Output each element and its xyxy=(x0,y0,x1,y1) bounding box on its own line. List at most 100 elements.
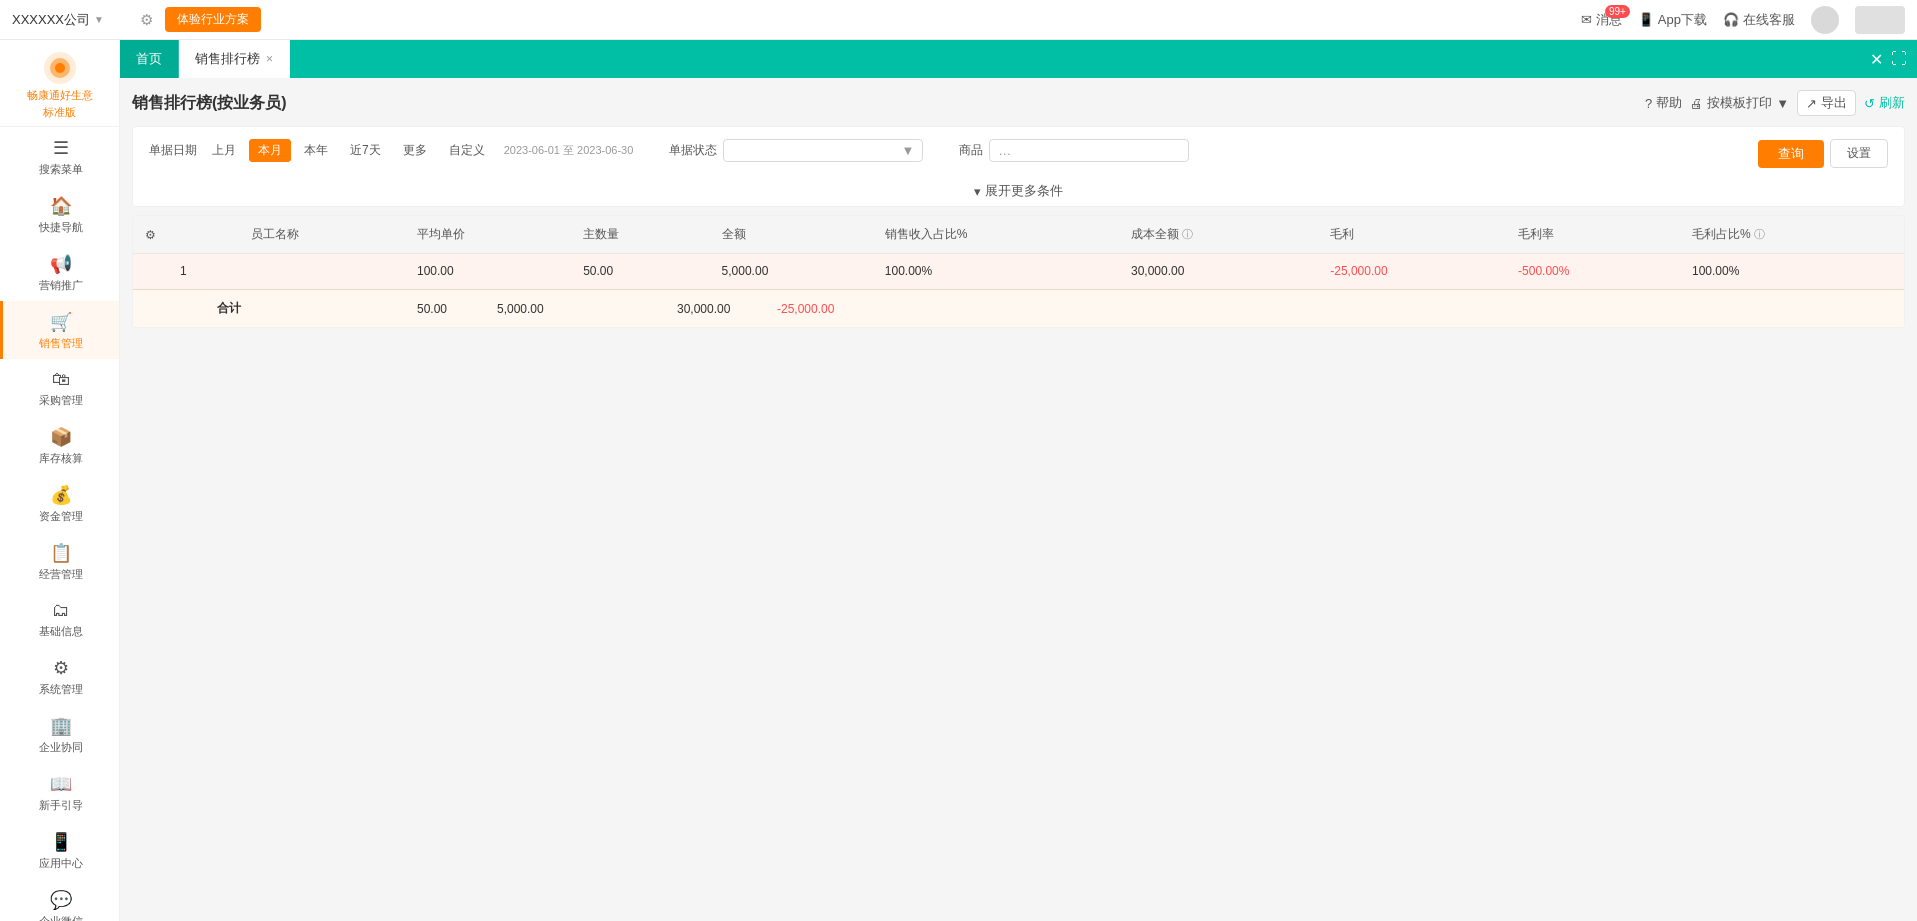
enterprise-label: 企业协同 xyxy=(39,740,83,755)
wechat-label: 企业微信 xyxy=(39,914,83,921)
sidebar-item-funds[interactable]: 💰 资金管理 xyxy=(0,474,119,532)
sales-icon: 🛒 xyxy=(50,311,72,333)
help-btn[interactable]: ? 帮助 xyxy=(1645,94,1682,112)
online-service-btn[interactable]: 🎧 在线客服 xyxy=(1723,11,1795,29)
sidebar-item-purchase[interactable]: 🛍 采购管理 xyxy=(0,359,119,416)
expand-label: 展开更多条件 xyxy=(985,182,1063,200)
tab-close-icon[interactable]: × xyxy=(266,52,273,66)
sidebar-logo: 畅康通好生意 标准版 xyxy=(0,40,119,127)
page-header: 销售排行榜(按业务员) ? 帮助 🖨 按模板打印 ▼ ↗ 导出 xyxy=(132,90,1905,116)
sidebar: 畅康通好生意 标准版 ☰ 搜索菜单 🏠 快捷导航 📢 营销推广 🛒 销售管理 🛍… xyxy=(0,40,120,921)
sidebar-item-enterprise[interactable]: 🏢 企业协同 xyxy=(0,705,119,763)
sidebar-item-marketing[interactable]: 📢 营销推广 xyxy=(0,243,119,301)
sidebar-item-basic[interactable]: 🗂 基础信息 xyxy=(0,590,119,647)
print-btn[interactable]: 🖨 按模板打印 ▼ xyxy=(1690,94,1789,112)
cost-info-icon[interactable]: ⓘ xyxy=(1182,228,1193,240)
recent7-btn[interactable]: 近7天 xyxy=(341,139,390,162)
message-btn[interactable]: ✉ 消息 99+ xyxy=(1581,11,1622,29)
th-settings[interactable]: ⚙ xyxy=(133,216,168,254)
wechat-icon: 💬 xyxy=(50,889,72,911)
marketing-label: 营销推广 xyxy=(39,278,83,293)
sidebar-items: ☰ 搜索菜单 🏠 快捷导航 📢 营销推广 🛒 销售管理 🛍 采购管理 📦 库存核… xyxy=(0,127,119,921)
sidebar-item-newbie[interactable]: 📖 新手引导 xyxy=(0,763,119,821)
basic-label: 基础信息 xyxy=(39,624,83,639)
funds-label: 资金管理 xyxy=(39,509,83,524)
export-label: 导出 xyxy=(1821,94,1847,112)
filter-status-label: 单据状态 xyxy=(669,142,717,159)
inventory-label: 库存核算 xyxy=(39,451,83,466)
footer-gross: -25,000.00 xyxy=(765,302,846,316)
tab-bar: 首页 销售排行榜 × ✕ ⛶ xyxy=(120,40,1917,78)
th-name: 员工名称 xyxy=(239,216,405,254)
trial-button[interactable]: 体验行业方案 xyxy=(165,7,261,32)
sidebar-item-appstore[interactable]: 📱 应用中心 xyxy=(0,821,119,879)
enterprise-icon: 🏢 xyxy=(50,715,72,737)
export-icon: ↗ xyxy=(1806,96,1817,111)
th-total: 全额 xyxy=(710,216,873,254)
tab-maximize-icon[interactable]: ⛶ xyxy=(1891,50,1907,68)
sidebar-item-search[interactable]: ☰ 搜索菜单 xyxy=(0,127,119,185)
username-display xyxy=(1855,6,1905,34)
table-body: 1 100.00 50.00 5,000.00 100.00% 30,000.0… xyxy=(133,254,1904,289)
sidebar-item-wechat[interactable]: 💬 企业微信 xyxy=(0,879,119,921)
sidebar-item-operations[interactable]: 📋 经营管理 xyxy=(0,532,119,590)
gear-icon[interactable]: ⚙ xyxy=(140,11,153,29)
goods-placeholder: … xyxy=(998,143,1011,158)
print-icon: 🖨 xyxy=(1690,96,1703,111)
sidebar-item-sales[interactable]: 🛒 销售管理 xyxy=(0,301,119,359)
date-range-display: 2023-06-01 至 2023-06-30 xyxy=(504,143,634,158)
th-avg-price: 平均单价 xyxy=(405,216,571,254)
export-btn[interactable]: ↗ 导出 xyxy=(1797,90,1856,116)
tab-sales-ranking[interactable]: 销售排行榜 × xyxy=(179,40,290,78)
row-sales-ratio: 100.00% xyxy=(873,254,1119,289)
more-btn[interactable]: 更多 xyxy=(394,139,436,162)
page-actions: ? 帮助 🖨 按模板打印 ▼ ↗ 导出 ↺ 刷新 xyxy=(1645,90,1905,116)
online-service-label: 在线客服 xyxy=(1743,11,1795,29)
system-label: 系统管理 xyxy=(39,682,83,697)
top-bar: XXXXXX公司 ▼ ⚙ 体验行业方案 ✉ 消息 99+ 📱 App下载 🎧 在… xyxy=(0,0,1917,40)
help-label: 帮助 xyxy=(1656,94,1682,112)
date-buttons: 上月 本月 本年 近7天 更多 自定义 xyxy=(203,139,494,162)
search-icon: ☰ xyxy=(53,137,69,159)
row-quantity: 50.00 xyxy=(571,254,709,289)
app-download-btn[interactable]: 📱 App下载 xyxy=(1638,11,1707,29)
purchase-label: 采购管理 xyxy=(39,393,83,408)
prev-month-btn[interactable]: 上月 xyxy=(203,139,245,162)
tab-home[interactable]: 首页 xyxy=(120,40,179,78)
appstore-label: 应用中心 xyxy=(39,856,83,871)
funds-icon: 💰 xyxy=(50,484,72,506)
filter-date-group: 单据日期 上月 本月 本年 近7天 更多 自定义 2023-06-01 至 20… xyxy=(149,139,633,162)
settings-button[interactable]: 设置 xyxy=(1830,139,1888,168)
company-selector[interactable]: XXXXXX公司 ▼ xyxy=(12,11,132,29)
custom-btn[interactable]: 自定义 xyxy=(440,139,494,162)
system-icon: ⚙ xyxy=(53,657,69,679)
expand-btn[interactable]: ▾ 展开更多条件 xyxy=(974,182,1063,200)
current-year-btn[interactable]: 本年 xyxy=(295,139,337,162)
refresh-btn[interactable]: ↺ 刷新 xyxy=(1864,94,1905,112)
row-settings xyxy=(133,254,168,289)
tab-close-window-icon[interactable]: ✕ xyxy=(1870,50,1883,69)
status-select[interactable]: ▼ xyxy=(723,139,923,162)
row-gross-ratio: 100.00% xyxy=(1680,254,1904,289)
refresh-icon: ↺ xyxy=(1864,96,1875,111)
svg-point-2 xyxy=(55,63,65,73)
newbie-label: 新手引导 xyxy=(39,798,83,813)
avatar[interactable] xyxy=(1811,6,1839,34)
status-chevron-icon: ▼ xyxy=(901,143,914,158)
gross-ratio-info-icon[interactable]: ⓘ xyxy=(1754,228,1765,240)
message-icon: ✉ xyxy=(1581,12,1592,27)
sidebar-item-system[interactable]: ⚙ 系统管理 xyxy=(0,647,119,705)
logo-text1: 畅康通好生意 xyxy=(27,88,93,103)
th-sales-ratio: 销售收入占比% xyxy=(873,216,1119,254)
th-gross-rate: 毛利率 xyxy=(1506,216,1680,254)
shortcut-label: 快捷导航 xyxy=(39,220,83,235)
content-area: 首页 销售排行榜 × ✕ ⛶ 销售排行榜(按业务员) ? 帮助 xyxy=(120,40,1917,921)
sidebar-item-shortcut[interactable]: 🏠 快捷导航 xyxy=(0,185,119,243)
marketing-icon: 📢 xyxy=(50,253,72,275)
row-gross: -25,000.00 xyxy=(1318,254,1506,289)
current-month-btn[interactable]: 本月 xyxy=(249,139,291,162)
sidebar-item-inventory[interactable]: 📦 库存核算 xyxy=(0,416,119,474)
query-button[interactable]: 查询 xyxy=(1758,140,1824,168)
goods-input[interactable]: … xyxy=(989,139,1189,162)
footer-total-label: 合计 xyxy=(205,300,325,317)
